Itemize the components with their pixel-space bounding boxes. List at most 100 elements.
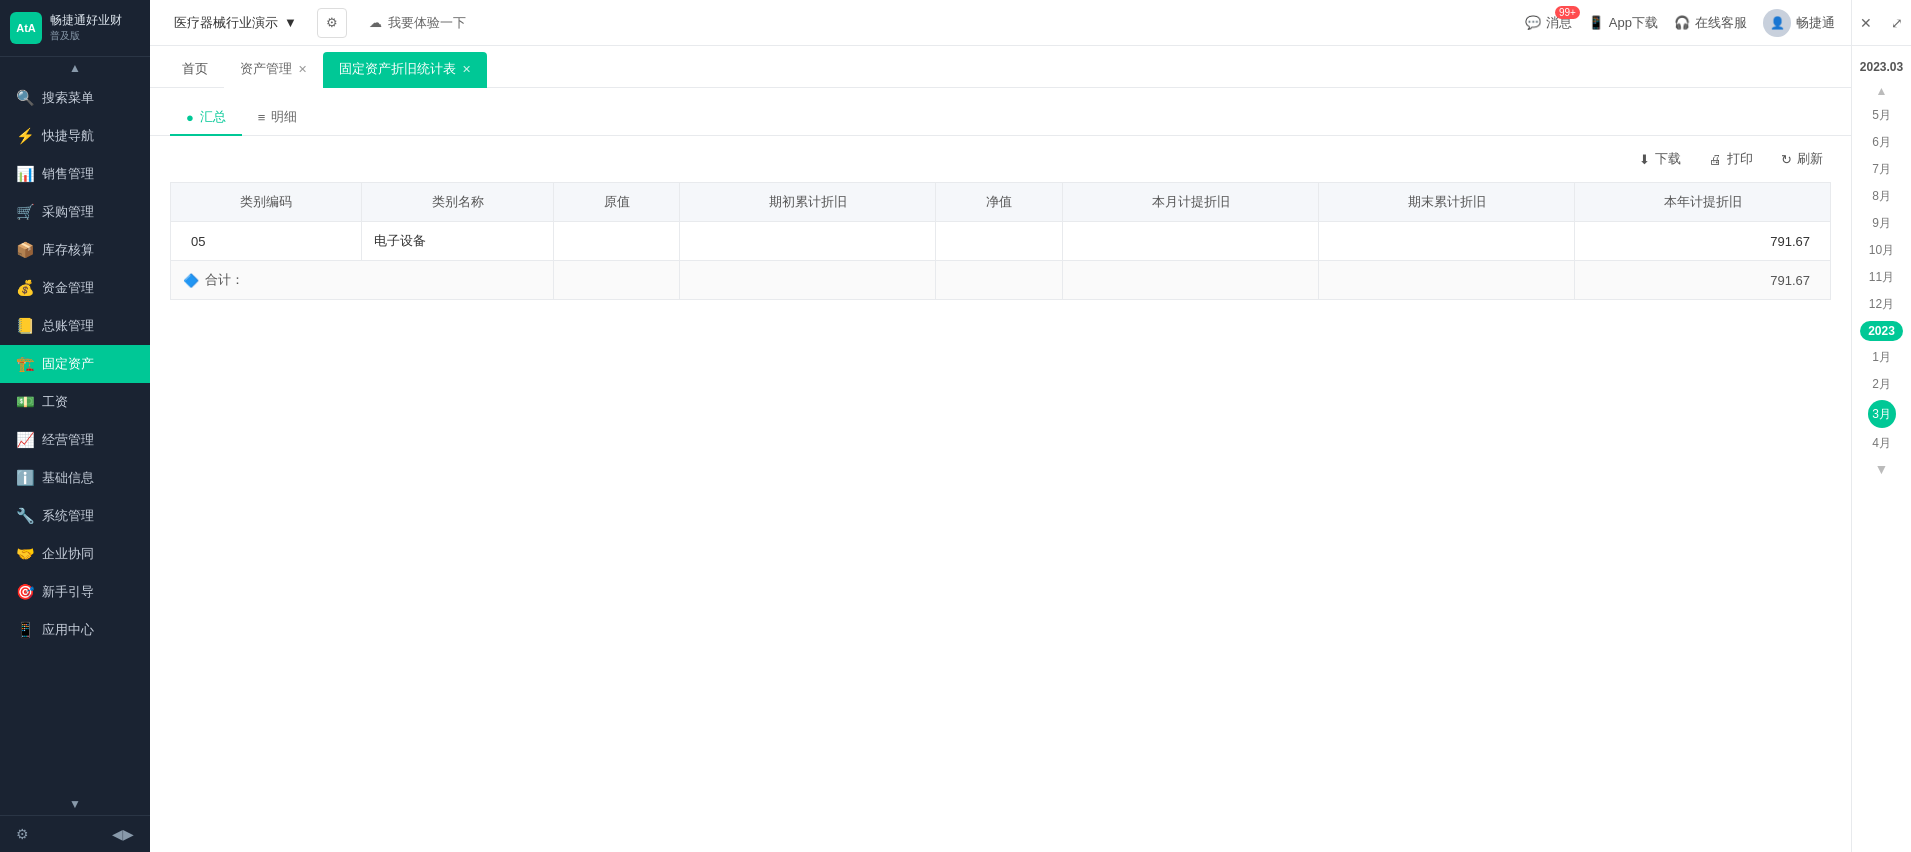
total-net-value <box>936 261 1063 300</box>
sidebar-item-app-center[interactable]: 📱 应用中心 <box>0 611 150 649</box>
table-toolbar: ⬇ 下载 🖨 打印 ↻ 刷新 <box>150 136 1851 182</box>
salary-icon: 💵 <box>16 393 34 411</box>
print-button[interactable]: 🖨 打印 <box>1701 146 1761 172</box>
cell-original <box>553 222 680 261</box>
search-icon: 🔍 <box>16 89 34 107</box>
subtabs: ● 汇总 ≡ 明细 <box>150 88 1851 136</box>
purchase-icon: 🛒 <box>16 203 34 221</box>
dropdown-icon: ▼ <box>284 15 297 30</box>
month-6[interactable]: 6月 <box>1856 129 1907 156</box>
month-11[interactable]: 11月 <box>1856 264 1907 291</box>
total-annual-depreciation: 791.67 <box>1575 261 1831 300</box>
sidebar-item-enterprise[interactable]: 🤝 企业协同 <box>0 535 150 573</box>
guide-icon: 🎯 <box>16 583 34 601</box>
sidebar-item-search[interactable]: 🔍 搜索菜单 <box>0 79 150 117</box>
sidebar-item-guide[interactable]: 🎯 新手引导 <box>0 573 150 611</box>
tab-close-asset-management[interactable]: ✕ <box>298 63 307 76</box>
company-selector[interactable]: 医疗器械行业演示 ▼ <box>166 10 305 36</box>
system-icon: 🔧 <box>16 507 34 525</box>
tab-home[interactable]: 首页 <box>166 52 224 88</box>
sidebar-item-operations[interactable]: 📈 经营管理 <box>0 421 150 459</box>
sidebar-item-purchase[interactable]: 🛒 采购管理 <box>0 193 150 231</box>
gear-icon: ⚙ <box>326 15 338 30</box>
refresh-button[interactable]: ↻ 刷新 <box>1773 146 1831 172</box>
col-original: 原值 <box>553 183 680 222</box>
sidebar-scroll-down[interactable]: ▼ <box>69 797 81 811</box>
month-5[interactable]: 5月 <box>1856 102 1907 129</box>
month-8[interactable]: 8月 <box>1856 183 1907 210</box>
month-4[interactable]: 4月 <box>1856 430 1907 457</box>
sidebar-item-system[interactable]: 🔧 系统管理 <box>0 497 150 535</box>
subtab-summary[interactable]: ● 汇总 <box>170 100 242 136</box>
col-net-value: 净值 <box>936 183 1063 222</box>
total-monthly-depreciation <box>1063 261 1319 300</box>
expand-panel-button[interactable]: ⤢ <box>1891 15 1903 31</box>
month-10[interactable]: 10月 <box>1856 237 1907 264</box>
subtab-detail[interactable]: ≡ 明细 <box>242 100 314 136</box>
sidebar-item-salary[interactable]: 💵 工资 <box>0 383 150 421</box>
finance-icon: 💰 <box>16 279 34 297</box>
total-icon: 🔷 <box>183 273 199 288</box>
settings-icon[interactable]: ⚙ <box>16 826 29 842</box>
cell-name: 电子设备 <box>362 222 553 261</box>
sales-icon: 📊 <box>16 165 34 183</box>
cell-annual-depreciation: 791.67 <box>1575 222 1831 261</box>
tab-depreciation-report[interactable]: 固定资产折旧统计表 ✕ <box>323 52 487 88</box>
app-logo-icon: AtA <box>10 12 42 44</box>
cell-net-value <box>936 222 1063 261</box>
cell-code: 05 <box>171 222 362 261</box>
month-9[interactable]: 9月 <box>1856 210 1907 237</box>
refresh-icon: ↻ <box>1781 152 1792 167</box>
customer-service-button[interactable]: 🎧 在线客服 <box>1674 14 1747 32</box>
settings-button[interactable]: ⚙ <box>317 8 347 38</box>
tab-close-depreciation-report[interactable]: ✕ <box>462 63 471 76</box>
tab-asset-management[interactable]: 资产管理 ✕ <box>224 52 323 88</box>
month-12[interactable]: 12月 <box>1856 291 1907 318</box>
basic-info-icon: ℹ️ <box>16 469 34 487</box>
months-scroll-up[interactable]: ▲ <box>1872 80 1892 102</box>
sidebar-item-sales[interactable]: 📊 销售管理 <box>0 155 150 193</box>
sidebar-footer: ⚙ ◀▶ <box>0 815 150 852</box>
col-initial-depreciation: 期初累计折旧 <box>680 183 936 222</box>
col-code: 类别编码 <box>171 183 362 222</box>
sidebar-item-basic-info[interactable]: ℹ️ 基础信息 <box>0 459 150 497</box>
col-name: 类别名称 <box>362 183 553 222</box>
month-7[interactable]: 7月 <box>1856 156 1907 183</box>
total-label-cell: 🔷 合计： <box>171 261 554 300</box>
sidebar-item-finance[interactable]: 💰 资金管理 <box>0 269 150 307</box>
months-scroll-down[interactable]: ▼ <box>1871 457 1893 481</box>
sidebar-item-inventory[interactable]: 📦 库存核算 <box>0 231 150 269</box>
enterprise-icon: 🤝 <box>16 545 34 563</box>
message-badge: 99+ <box>1555 6 1580 19</box>
experience-button[interactable]: ☁ 我要体验一下 <box>359 10 476 36</box>
sidebar-item-fixed-assets[interactable]: 🏗️ 固定资产 <box>0 345 150 383</box>
month-1[interactable]: 1月 <box>1856 344 1907 371</box>
collapse-icon[interactable]: ◀▶ <box>112 826 134 842</box>
col-annual-depreciation: 本年计提折旧 <box>1575 183 1831 222</box>
month-2[interactable]: 2月 <box>1856 371 1907 398</box>
user-menu[interactable]: 👤 畅捷通 <box>1763 9 1835 37</box>
sidebar: AtA 畅捷通好业财 普及版 ▲ 🔍 搜索菜单 ⚡ 快捷导航 📊 销售管理 🛒 … <box>0 0 150 852</box>
sidebar-scroll-up[interactable]: ▲ <box>69 61 81 75</box>
data-table-wrap: 类别编码 类别名称 原值 期初累计折旧 净值 本月计提折旧 期末累计折旧 本年计… <box>150 182 1851 852</box>
col-period-end-depreciation: 期末累计折旧 <box>1319 183 1575 222</box>
year-display: 2023.03 <box>1856 54 1907 80</box>
total-initial-depreciation <box>680 261 936 300</box>
tabs-row: 首页 资产管理 ✕ 固定资产折旧统计表 ✕ <box>150 46 1851 88</box>
sidebar-item-ledger[interactable]: 📒 总账管理 <box>0 307 150 345</box>
topbar: 医疗器械行业演示 ▼ ⚙ ☁ 我要体验一下 💬 消息 99+ 📱 App下载 🎧… <box>150 0 1851 46</box>
sidebar-nav: 🔍 搜索菜单 ⚡ 快捷导航 📊 销售管理 🛒 采购管理 📦 库存核算 💰 资金管… <box>0 79 150 793</box>
active-month[interactable]: 3月 <box>1868 400 1896 428</box>
total-original <box>553 261 680 300</box>
cell-monthly-depreciation <box>1063 222 1319 261</box>
content-area: ● 汇总 ≡ 明细 ⬇ 下载 🖨 打印 ↻ 刷新 <box>150 88 1851 852</box>
download-icon: ⬇ <box>1639 152 1650 167</box>
operations-icon: 📈 <box>16 431 34 449</box>
message-button[interactable]: 💬 消息 99+ <box>1525 14 1572 32</box>
download-button[interactable]: ⬇ 下载 <box>1631 146 1689 172</box>
app-download-button[interactable]: 📱 App下载 <box>1588 14 1658 32</box>
cell-initial-depreciation <box>680 222 936 261</box>
close-panel-button[interactable]: ✕ <box>1860 15 1872 31</box>
current-year-label[interactable]: 2023 <box>1860 321 1903 341</box>
sidebar-item-quick-nav[interactable]: ⚡ 快捷导航 <box>0 117 150 155</box>
